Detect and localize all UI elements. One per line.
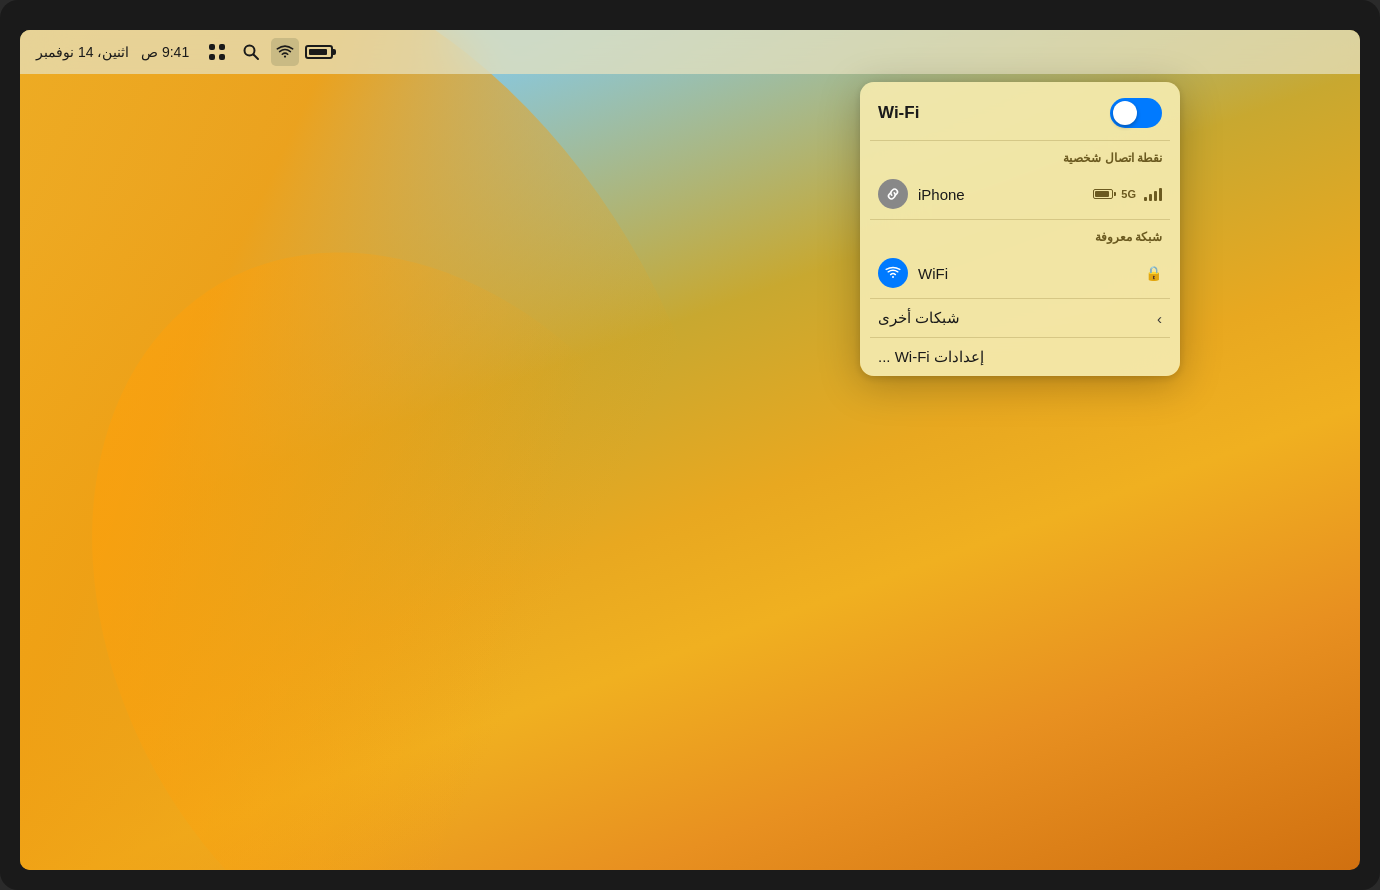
other-networks-item[interactable]: ‹ شبكات أخرى (860, 299, 1180, 337)
wifi-network-right: 🔒 (1145, 265, 1162, 281)
wifi-panel-title: Wi-Fi (878, 103, 919, 123)
wifi-badge-icon (885, 265, 901, 281)
wifi-svg (276, 43, 294, 61)
wifi-settings-item[interactable]: إعدادات Wi-Fi ... (860, 338, 1180, 376)
svg-rect-0 (209, 44, 215, 50)
iphone-signal-bars (1144, 187, 1162, 201)
link-icon (885, 186, 901, 202)
wifi-toggle-knob (1113, 101, 1137, 125)
svg-line-5 (254, 55, 259, 60)
iphone-network-right: 5G (1093, 187, 1162, 201)
menubar: 9:41 ص اثنين، 14 نوفمبر (20, 30, 1360, 74)
iphone-network-name: iPhone (918, 186, 965, 203)
desktop: 9:41 ص اثنين، 14 نوفمبر (20, 30, 1360, 870)
other-networks-label: شبكات أخرى (878, 309, 960, 327)
wifi-network-name: WiFi (918, 265, 948, 282)
battery-body (305, 45, 333, 59)
battery-menubar-icon[interactable] (305, 38, 333, 66)
wifi-panel: Wi-Fi نقطة اتصال شخصية 5G (860, 82, 1180, 376)
spotlight-icon[interactable] (237, 38, 265, 66)
iphone-name-area: iPhone (878, 179, 965, 209)
iphone-battery-icon (1093, 189, 1113, 199)
battery-display (305, 45, 333, 59)
known-network-label: شبكة معروفة (860, 220, 1180, 248)
menubar-clock: 9:41 ص اثنين، 14 نوفمبر (36, 44, 189, 60)
svg-rect-2 (209, 54, 215, 60)
wifi-panel-header: Wi-Fi (860, 82, 1180, 140)
signal-bar-3 (1154, 191, 1157, 201)
iphone-link-badge (878, 179, 908, 209)
lock-icon: 🔒 (1145, 265, 1162, 281)
menubar-right: 9:41 ص اثنين، 14 نوفمبر (36, 38, 333, 66)
wifi-settings-label: إعدادات Wi-Fi ... (878, 348, 984, 366)
battery-fill (309, 49, 327, 55)
personal-hotspot-label: نقطة اتصال شخصية (860, 141, 1180, 169)
iphone-5g-tag: 5G (1121, 188, 1136, 200)
svg-rect-1 (219, 44, 225, 50)
control-center-icon[interactable] (203, 38, 231, 66)
wifi-toggle[interactable] (1110, 98, 1162, 128)
wifi-menubar-icon[interactable] (271, 38, 299, 66)
iphone-battery-fill (1095, 191, 1109, 197)
wifi-name-area: WiFi (878, 258, 948, 288)
spotlight-svg (242, 43, 260, 61)
control-center-svg (208, 43, 226, 61)
iphone-network-item[interactable]: 5G iPhone (860, 169, 1180, 219)
other-networks-arrow: ‹ (1157, 310, 1162, 327)
signal-bar-4 (1159, 188, 1162, 201)
wifi-network-item[interactable]: 🔒 WiFi (860, 248, 1180, 298)
signal-bar-2 (1149, 194, 1152, 201)
svg-rect-3 (219, 54, 225, 60)
wifi-badge (878, 258, 908, 288)
signal-bar-1 (1144, 197, 1147, 201)
